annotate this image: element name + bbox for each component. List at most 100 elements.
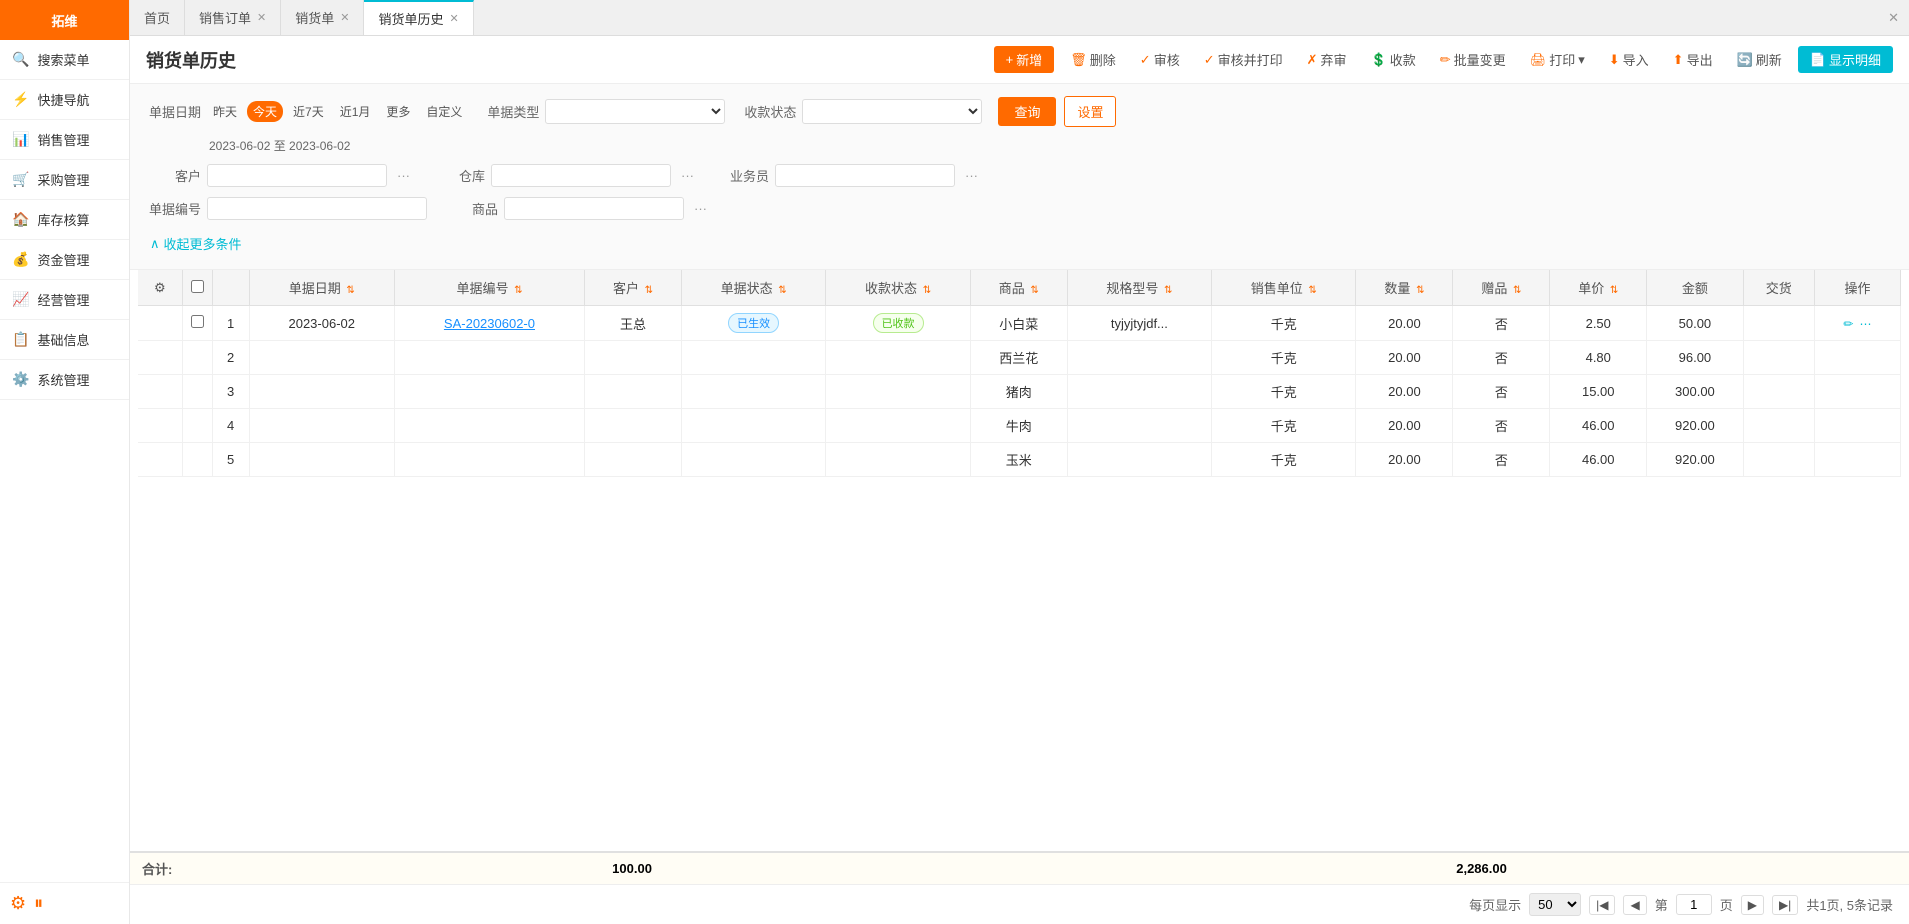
tab-sales-history-close[interactable]: ✕: [450, 12, 459, 25]
col-actions: 操作: [1814, 270, 1900, 306]
batch-change-button[interactable]: ✏ 批量变更: [1432, 46, 1514, 73]
close-all-tabs-button[interactable]: ✕: [1878, 0, 1909, 35]
audit-print-button[interactable]: ✓ 审核并打印: [1196, 46, 1291, 73]
sidebar-settings-button[interactable]: ⚙: [10, 893, 26, 914]
refresh-button[interactable]: 🔄 刷新: [1729, 46, 1790, 73]
goods-input[interactable]: [504, 197, 684, 220]
doc-no-link[interactable]: SA-20230602-0: [444, 316, 535, 331]
sidebar-collapse-button[interactable]: ⏸: [34, 893, 43, 914]
cell-settings: [138, 375, 182, 409]
new-button[interactable]: + 新增: [994, 46, 1055, 73]
col-customer[interactable]: 客户 ⇅: [585, 270, 682, 306]
sidebar-item-finance-mgmt[interactable]: 💰 资金管理: [0, 240, 129, 280]
sidebar-item-inventory-calc[interactable]: 🏠 库存核算: [0, 200, 129, 240]
last-page-button[interactable]: ▶|: [1772, 895, 1798, 915]
col-doc-status-label: 单据状态: [721, 281, 773, 296]
warehouse-dots-btn[interactable]: ···: [677, 168, 698, 183]
page-suffix-label: 页: [1720, 895, 1733, 914]
cell-quantity: 20.00: [1356, 375, 1453, 409]
sidebar-item-quick-nav[interactable]: ⚡ 快捷导航: [0, 80, 129, 120]
audit-button[interactable]: ✓ 审核: [1132, 46, 1188, 73]
sales-rep-input[interactable]: [775, 164, 955, 187]
warehouse-input[interactable]: [491, 164, 671, 187]
col-quantity[interactable]: 数量 ⇅: [1356, 270, 1453, 306]
edit-action-btn[interactable]: ✏: [1840, 317, 1856, 331]
sidebar-item-sys-mgmt[interactable]: ⚙️ 系统管理: [0, 360, 129, 400]
date-more[interactable]: 更多: [380, 101, 416, 122]
date-1month[interactable]: 近1月: [334, 101, 377, 122]
page-prefix-label: 第: [1655, 895, 1668, 914]
sales-rep-dots-btn[interactable]: ···: [961, 168, 982, 183]
col-doc-date[interactable]: 单据日期 ⇅: [249, 270, 394, 306]
goods-filter: 商品 ···: [443, 197, 711, 220]
sidebar-item-purchase-mgmt[interactable]: 🛒 采购管理: [0, 160, 129, 200]
goods-dots-btn[interactable]: ···: [690, 201, 711, 216]
tab-home[interactable]: 首页: [130, 0, 185, 35]
doc-no-input[interactable]: [207, 197, 427, 220]
customer-dots-btn[interactable]: ···: [393, 168, 414, 183]
tab-sales-order[interactable]: 销售订单 ✕: [185, 0, 281, 35]
search-menu-icon: 🔍: [12, 51, 29, 68]
main-area: 首页 销售订单 ✕ 销货单 ✕ 销货单历史 ✕ ✕ 销货单历史 + 新增 🗑: [130, 0, 1909, 924]
show-detail-button[interactable]: 📄 显示明细: [1798, 46, 1893, 73]
sidebar-item-sales-mgmt[interactable]: 📊 销售管理: [0, 120, 129, 160]
tab-sales-goods-close[interactable]: ✕: [340, 11, 349, 24]
show-detail-label: 显示明细: [1829, 50, 1881, 69]
quantity-sort-icon: ⇅: [1416, 285, 1424, 296]
col-transaction-label: 交货: [1766, 281, 1792, 296]
tab-sales-history[interactable]: 销货单历史 ✕: [364, 0, 473, 35]
collapse-button[interactable]: ∧ 收起更多条件: [146, 230, 1893, 257]
print-button[interactable]: 🖨 打印 ▾: [1522, 46, 1593, 73]
per-page-select[interactable]: 50 100 200: [1529, 893, 1581, 916]
col-spec[interactable]: 规格型号 ⇅: [1067, 270, 1211, 306]
col-row-no: [212, 270, 249, 306]
customer-input[interactable]: [207, 164, 387, 187]
doc-type-select[interactable]: [545, 99, 725, 124]
tab-home-label: 首页: [144, 8, 170, 27]
row-checkbox[interactable]: [191, 315, 204, 328]
date-today[interactable]: 今天: [247, 101, 283, 122]
prev-page-button[interactable]: ◀: [1623, 895, 1646, 915]
query-button[interactable]: 查询: [998, 97, 1056, 126]
first-page-button[interactable]: |◀: [1589, 895, 1615, 915]
col-sales-unit[interactable]: 销售单位 ⇅: [1212, 270, 1356, 306]
unit-price-sort-icon: ⇅: [1610, 285, 1618, 296]
col-doc-status[interactable]: 单据状态 ⇅: [681, 270, 825, 306]
date-custom[interactable]: 自定义: [420, 101, 468, 122]
col-unit-price[interactable]: 单价 ⇅: [1550, 270, 1647, 306]
export-button[interactable]: ⬆ 导出: [1665, 46, 1721, 73]
sidebar-item-search-menu[interactable]: 🔍 搜索菜单: [0, 40, 129, 80]
more-action-btn[interactable]: ⋯: [1856, 317, 1874, 331]
date-yesterday[interactable]: 昨天: [207, 101, 243, 122]
cell-actions: [1814, 443, 1900, 477]
import-button[interactable]: ⬇ 导入: [1601, 46, 1657, 73]
warehouse-filter: 仓库 ···: [430, 164, 698, 187]
cell-checkbox: [182, 375, 212, 409]
sidebar-item-ops-mgmt[interactable]: 📈 经营管理: [0, 280, 129, 320]
collect-button[interactable]: 💲 收款: [1363, 46, 1424, 73]
cell-doc-date: [249, 409, 394, 443]
cell-checkbox: [182, 341, 212, 375]
page-number-input[interactable]: [1676, 894, 1712, 915]
date-7days[interactable]: 近7天: [287, 101, 330, 122]
abandon-button[interactable]: ✗ 弃审: [1299, 46, 1355, 73]
col-doc-no[interactable]: 单据编号 ⇅: [394, 270, 584, 306]
col-settings[interactable]: ⚙: [138, 270, 182, 306]
sidebar-item-basic-info[interactable]: 📋 基础信息: [0, 320, 129, 360]
select-all-checkbox[interactable]: [191, 280, 204, 293]
tab-sales-goods[interactable]: 销货单 ✕: [281, 0, 364, 35]
collect-status-select[interactable]: [802, 99, 982, 124]
date-label: 单据日期: [146, 102, 201, 121]
col-gift[interactable]: 赠品 ⇅: [1453, 270, 1550, 306]
col-goods[interactable]: 商品 ⇅: [970, 270, 1067, 306]
next-page-button[interactable]: ▶: [1741, 895, 1764, 915]
sidebar: 拓维 🔍 搜索菜单 ⚡ 快捷导航 📊 销售管理 🛒 采购管理 🏠 库存核算 💰 …: [0, 0, 130, 924]
tab-sales-order-label: 销售订单: [199, 8, 251, 27]
cell-doc-date: [249, 341, 394, 375]
col-collect-status[interactable]: 收款状态 ⇅: [826, 270, 970, 306]
print-dropdown-icon: ▾: [1578, 52, 1585, 68]
doc-no-sort-icon: ⇅: [514, 285, 522, 296]
delete-button[interactable]: 🗑 删除: [1062, 46, 1124, 73]
tab-sales-order-close[interactable]: ✕: [257, 11, 266, 24]
setting-button[interactable]: 设置: [1064, 96, 1116, 127]
